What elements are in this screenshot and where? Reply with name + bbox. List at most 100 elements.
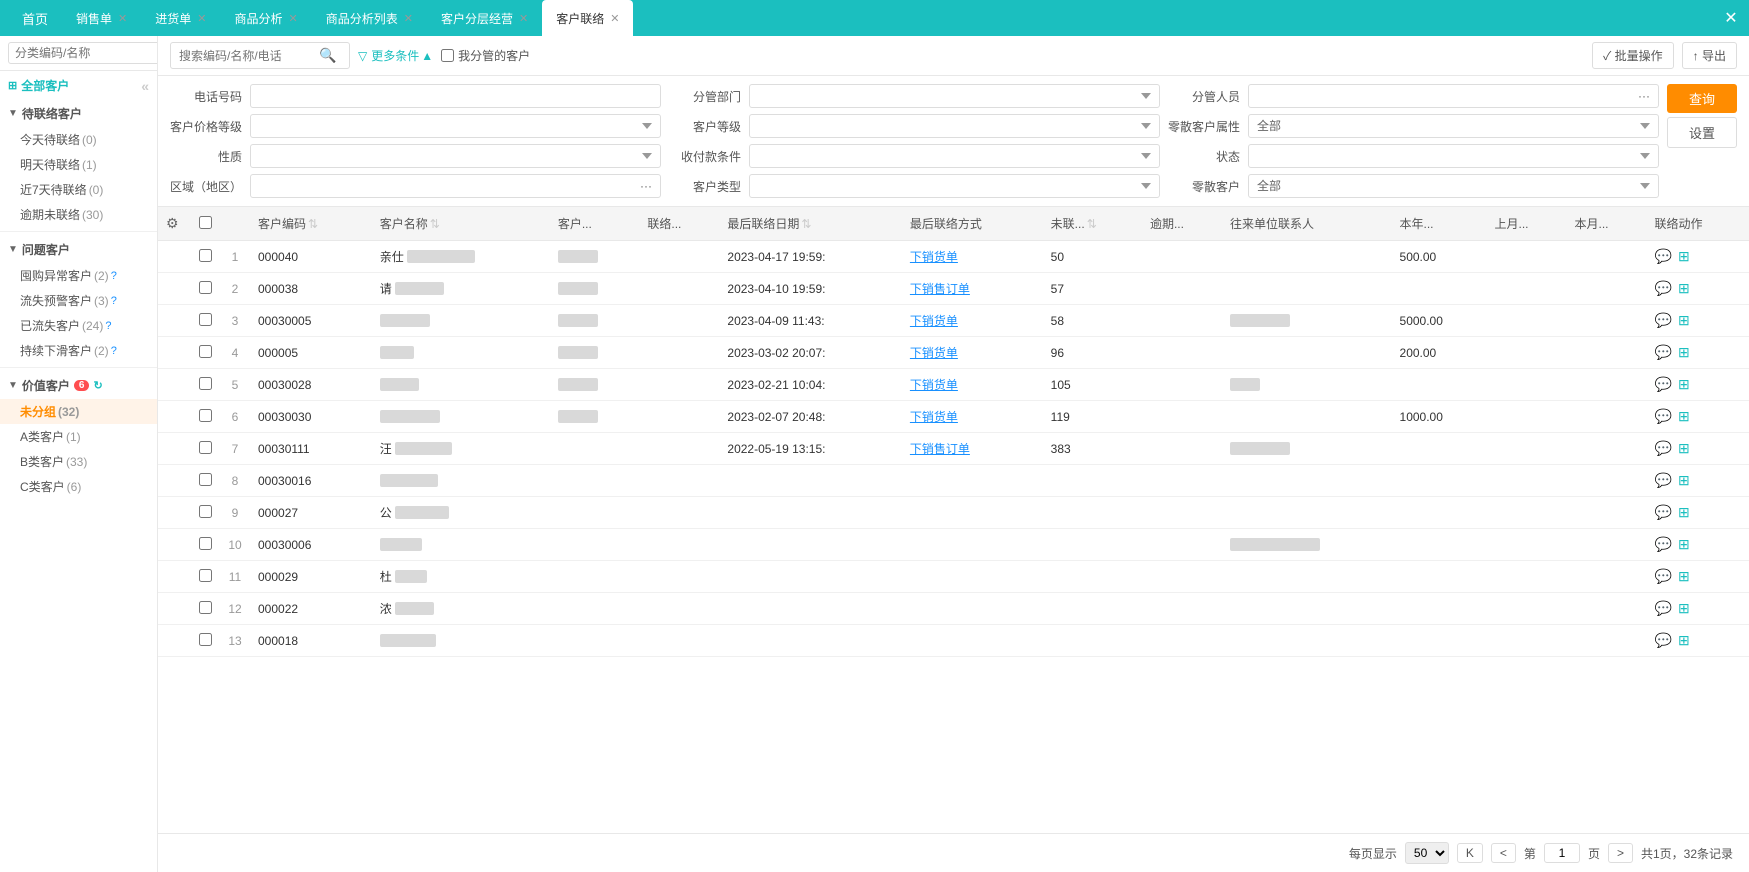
- close-purchase-tab[interactable]: ✕: [197, 12, 206, 25]
- sidebar-item-overdue-contact[interactable]: 逾期未联络 (30): [0, 202, 157, 227]
- row-checkbox[interactable]: [199, 441, 212, 454]
- chat-action-icon[interactable]: 💬: [1655, 312, 1672, 329]
- chat-action-icon[interactable]: 💬: [1655, 248, 1672, 265]
- chat-action-icon[interactable]: 💬: [1655, 504, 1672, 521]
- search-input[interactable]: [179, 49, 319, 63]
- page-input[interactable]: [1544, 843, 1580, 863]
- this-year-col-header[interactable]: 本年...: [1392, 207, 1487, 241]
- chat-action-icon[interactable]: 💬: [1655, 536, 1672, 553]
- nav-tab-analysis[interactable]: 商品分析 ✕: [220, 0, 311, 36]
- row-checkbox[interactable]: [199, 345, 212, 358]
- refresh-icon[interactable]: ↻: [93, 379, 102, 392]
- sidebar-item-unclassified[interactable]: 未分组 (32): [0, 399, 157, 424]
- grid-action-icon[interactable]: ⊞: [1678, 248, 1690, 265]
- sidebar-item-class-c[interactable]: C类客户 (6): [0, 474, 157, 499]
- grid-action-icon[interactable]: ⊞: [1678, 344, 1690, 361]
- chat-action-icon[interactable]: 💬: [1655, 440, 1672, 457]
- customer-level-select[interactable]: [749, 114, 1160, 138]
- sidebar-item-declining[interactable]: 持续下滑客户 (2) ?: [0, 338, 157, 363]
- grid-action-icon[interactable]: ⊞: [1678, 280, 1690, 297]
- status-select[interactable]: [1248, 144, 1659, 168]
- nav-home[interactable]: 首页: [8, 9, 62, 28]
- close-analysis-tab[interactable]: ✕: [289, 12, 298, 25]
- sidebar-item-7days-pending[interactable]: 近7天待联络 (0): [0, 177, 157, 202]
- overdue-col-header[interactable]: 逾期...: [1142, 207, 1222, 241]
- row-checkbox[interactable]: [199, 377, 212, 390]
- chat-action-icon[interactable]: 💬: [1655, 408, 1672, 425]
- not-contacted-col-header[interactable]: 未联...⇅: [1043, 207, 1142, 241]
- sidebar-item-tomorrow-pending[interactable]: 明天待联络 (1): [0, 152, 157, 177]
- region-select[interactable]: ···: [250, 174, 661, 198]
- nav-tab-customer-contact[interactable]: 客户联络 ✕: [542, 0, 633, 36]
- grid-action-icon[interactable]: ⊞: [1678, 312, 1690, 329]
- chat-action-icon[interactable]: 💬: [1655, 344, 1672, 361]
- customer-type-select[interactable]: [749, 174, 1160, 198]
- scatter-customer-select[interactable]: 全部: [1248, 174, 1659, 198]
- sidebar-all-customers[interactable]: ⊞ 全部客户 «: [0, 71, 157, 100]
- row-checkbox[interactable]: [199, 505, 212, 518]
- grid-action-icon[interactable]: ⊞: [1678, 504, 1690, 521]
- close-customer-contact-tab[interactable]: ✕: [610, 12, 619, 25]
- chat-action-icon[interactable]: 💬: [1655, 568, 1672, 585]
- type-col-header[interactable]: 客户...: [550, 207, 640, 241]
- unit-contact-col-header[interactable]: 往来单位联系人: [1222, 207, 1392, 241]
- chat-action-icon[interactable]: 💬: [1655, 600, 1672, 617]
- grid-action-icon[interactable]: ⊞: [1678, 376, 1690, 393]
- row-checkbox[interactable]: [199, 409, 212, 422]
- row-checkbox[interactable]: [199, 473, 212, 486]
- my-customers-checkbox[interactable]: 我分管的客户: [441, 47, 530, 64]
- my-customers-check[interactable]: [441, 49, 454, 62]
- this-month-col-header[interactable]: 本月...: [1567, 207, 1647, 241]
- window-close-button[interactable]: ✕: [1721, 8, 1741, 28]
- sidebar-item-class-b[interactable]: B类客户 (33): [0, 449, 157, 474]
- grid-action-icon[interactable]: ⊞: [1678, 536, 1690, 553]
- nav-tab-customer-seg[interactable]: 客户分层经营 ✕: [427, 0, 542, 36]
- row-checkbox[interactable]: [199, 633, 212, 646]
- sidebar-group-problem[interactable]: ▼ 问题客户: [0, 236, 157, 263]
- grid-action-icon[interactable]: ⊞: [1678, 472, 1690, 489]
- nav-tab-purchase[interactable]: 进货单 ✕: [141, 0, 220, 36]
- sidebar-item-class-a[interactable]: A类客户 (1): [0, 424, 157, 449]
- nav-tab-analysis-list[interactable]: 商品分析列表 ✕: [312, 0, 427, 36]
- grid-action-icon[interactable]: ⊞: [1678, 568, 1690, 585]
- chat-action-icon[interactable]: 💬: [1655, 472, 1672, 489]
- last-month-col-header[interactable]: 上月...: [1487, 207, 1567, 241]
- close-customer-seg-tab[interactable]: ✕: [519, 12, 528, 25]
- table-settings-icon[interactable]: ⚙: [166, 215, 179, 231]
- first-page-btn[interactable]: K: [1457, 843, 1483, 863]
- chat-action-icon[interactable]: 💬: [1655, 280, 1672, 297]
- sidebar-search-input[interactable]: [8, 42, 158, 64]
- row-checkbox[interactable]: [199, 313, 212, 326]
- name-col-header[interactable]: 客户名称⇅: [372, 207, 550, 241]
- row-checkbox[interactable]: [199, 537, 212, 550]
- next-page-btn[interactable]: >: [1608, 843, 1633, 863]
- last-contact-way-col-header[interactable]: 最后联络方式: [902, 207, 1043, 241]
- sidebar-item-churned[interactable]: 已流失客户 (24) ?: [0, 313, 157, 338]
- sidebar-item-churn-warning[interactable]: 流失预警客户 (3) ?: [0, 288, 157, 313]
- nature-select[interactable]: [250, 144, 661, 168]
- close-analysis-list-tab[interactable]: ✕: [404, 12, 413, 25]
- row-checkbox[interactable]: [199, 601, 212, 614]
- grid-action-icon[interactable]: ⊞: [1678, 408, 1690, 425]
- last-contact-date-col-header[interactable]: 最后联络日期⇅: [719, 207, 902, 241]
- payment-select[interactable]: [749, 144, 1160, 168]
- select-all-checkbox[interactable]: [199, 216, 212, 229]
- code-col-header[interactable]: 客户编码⇅: [250, 207, 372, 241]
- query-button[interactable]: 查询: [1667, 84, 1737, 113]
- export-btn[interactable]: ↑ 导出: [1682, 42, 1737, 69]
- close-sales-tab[interactable]: ✕: [118, 12, 127, 25]
- phone-input[interactable]: [250, 84, 661, 108]
- search-icon[interactable]: 🔍: [319, 47, 336, 64]
- grid-action-icon[interactable]: ⊞: [1678, 440, 1690, 457]
- sidebar-collapse-icon[interactable]: «: [141, 78, 149, 94]
- reset-button[interactable]: 设置: [1667, 117, 1737, 148]
- page-size-select[interactable]: 50: [1405, 842, 1449, 864]
- manager-select[interactable]: ···: [1248, 84, 1659, 108]
- grid-action-icon[interactable]: ⊞: [1678, 632, 1690, 649]
- prev-page-btn[interactable]: <: [1491, 843, 1516, 863]
- sidebar-group-pending[interactable]: ▼ 待联络客户: [0, 100, 157, 127]
- dept-select[interactable]: [749, 84, 1160, 108]
- chat-action-icon[interactable]: 💬: [1655, 376, 1672, 393]
- sidebar-group-value[interactable]: ▼ 价值客户 6 ↻: [0, 372, 157, 399]
- nav-tab-sales[interactable]: 销售单 ✕: [62, 0, 141, 36]
